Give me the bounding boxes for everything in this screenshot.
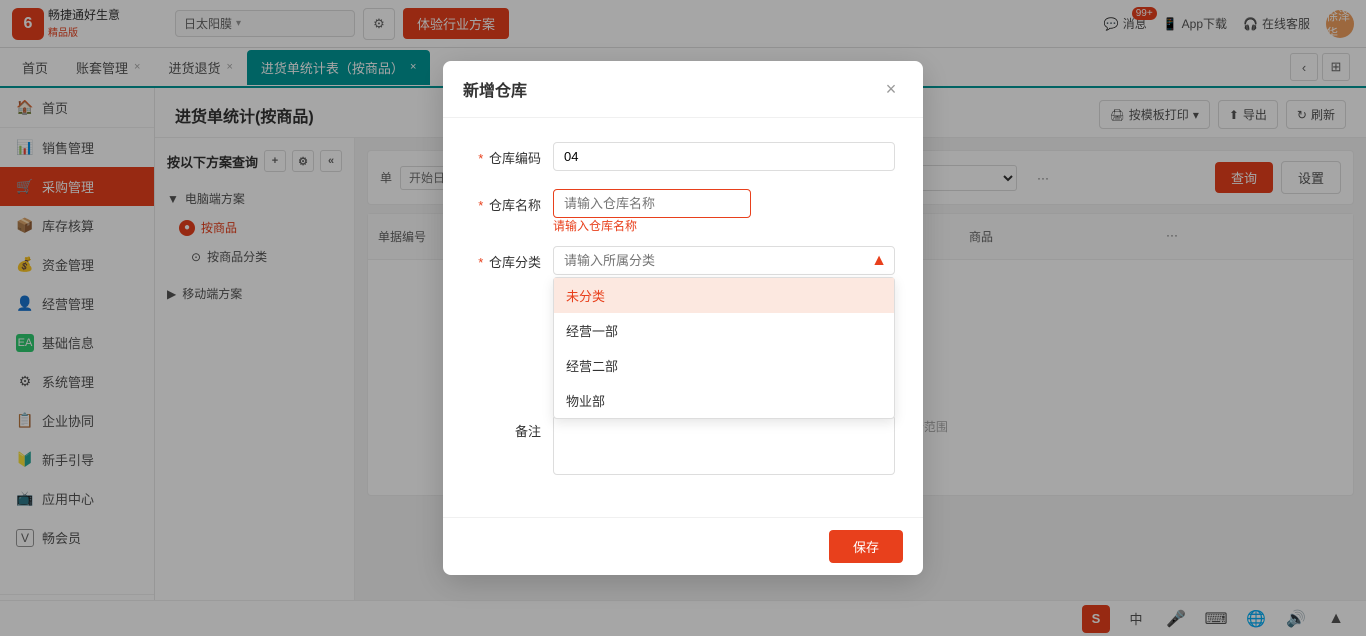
dropdown-item-property[interactable]: 物业部 bbox=[554, 383, 894, 418]
name-label: * 仓库名称 bbox=[471, 189, 541, 214]
add-warehouse-modal: 新增仓库 × * 仓库编码 * 仓库名称 请输入仓库名称 bbox=[443, 61, 923, 575]
modal-overlay: 新增仓库 × * 仓库编码 * 仓库名称 请输入仓库名称 bbox=[0, 0, 1366, 636]
code-input[interactable] bbox=[553, 142, 895, 171]
category-toggle-icon[interactable]: ▲ bbox=[871, 252, 887, 270]
code-label: * 仓库编码 bbox=[471, 142, 541, 167]
dropdown-item-dept1[interactable]: 经营一部 bbox=[554, 313, 894, 348]
form-row-code: * 仓库编码 bbox=[471, 142, 895, 171]
category-input[interactable] bbox=[553, 246, 895, 275]
category-label: * 仓库分类 bbox=[471, 246, 541, 271]
form-row-name: * 仓库名称 请输入仓库名称 bbox=[471, 189, 895, 218]
required-star-name: * bbox=[478, 198, 483, 213]
modal-title: 新增仓库 bbox=[463, 77, 527, 101]
note-input[interactable] bbox=[553, 415, 895, 475]
note-label: 备注 bbox=[471, 415, 541, 440]
required-star-cat: * bbox=[478, 255, 483, 270]
modal-header: 新增仓库 × bbox=[443, 61, 923, 118]
modal-footer: 保存 bbox=[443, 517, 923, 575]
form-row-category: * 仓库分类 ▲ 未分类 经营一部 经营二部 物业部 bbox=[471, 246, 895, 275]
category-dropdown: 未分类 经营一部 经营二部 物业部 bbox=[553, 277, 895, 419]
modal-body: * 仓库编码 * 仓库名称 请输入仓库名称 * bbox=[443, 118, 923, 517]
name-error-message: 请输入仓库名称 bbox=[553, 217, 637, 234]
required-star: * bbox=[478, 151, 483, 166]
save-button[interactable]: 保存 bbox=[829, 530, 903, 563]
dropdown-item-dept2[interactable]: 经营二部 bbox=[554, 348, 894, 383]
name-input[interactable] bbox=[553, 189, 751, 218]
dropdown-item-unclassified[interactable]: 未分类 bbox=[554, 278, 894, 313]
modal-close-button[interactable]: × bbox=[879, 77, 903, 101]
form-row-note: 备注 bbox=[471, 415, 895, 475]
category-field-wrapper: ▲ 未分类 经营一部 经营二部 物业部 bbox=[553, 246, 895, 275]
